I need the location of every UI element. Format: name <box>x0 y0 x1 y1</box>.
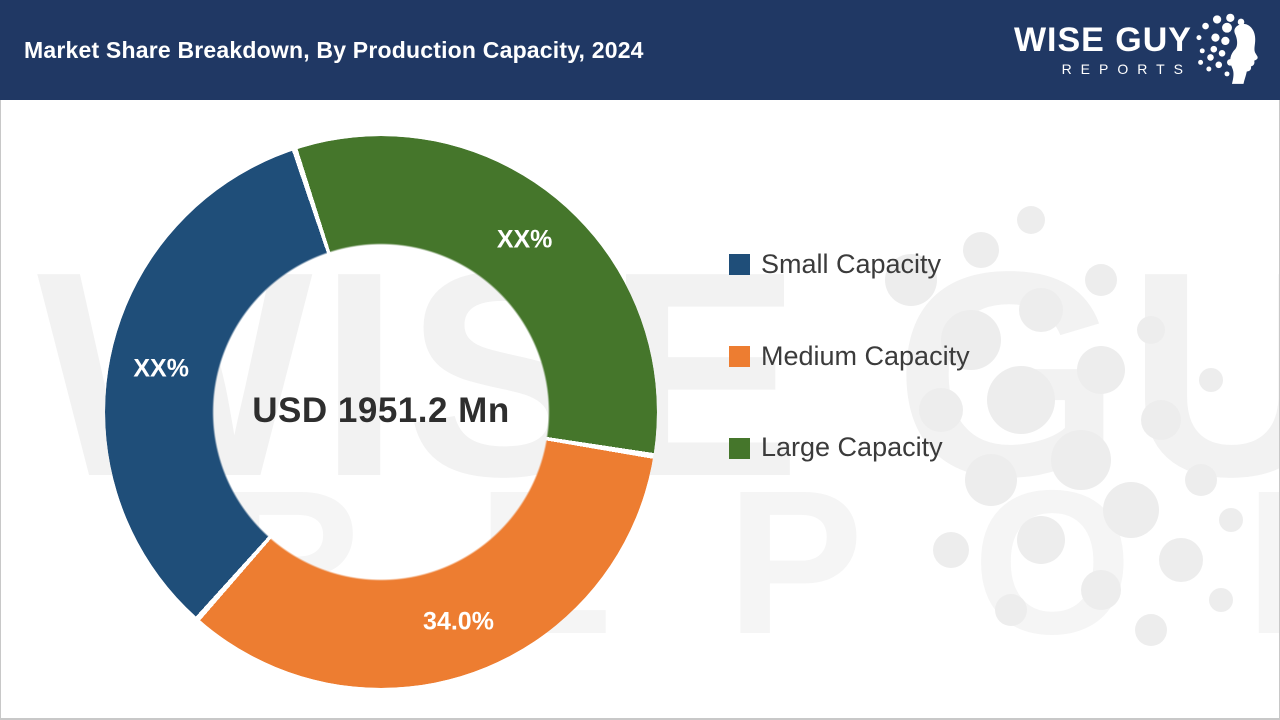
legend-swatch-medium-capacity <box>729 346 750 368</box>
segment-label-medium-capacity: 34.0% <box>423 607 494 636</box>
report-page: Market Share Breakdown, By Production Ca… <box>0 0 1280 720</box>
legend-item-large-capacity: Large Capacity <box>729 433 970 463</box>
total-value-label: USD 1951.2 Mn <box>252 391 510 431</box>
logo-sub-text: REPORTS <box>1061 61 1192 77</box>
legend-item-small-capacity: Small Capacity <box>729 249 970 280</box>
legend-label-small-capacity: Small Capacity <box>761 249 942 279</box>
legend-label-large-capacity: Large Capacity <box>761 432 943 463</box>
logo-brand-text: WISE GUY <box>1013 21 1192 59</box>
report-title: Market Share Breakdown, By Production Ca… <box>24 36 644 63</box>
legend-item-medium-capacity: Medium Capacity <box>729 340 970 372</box>
legend-swatch-large-capacity <box>729 437 750 459</box>
logo-face-icon <box>1196 13 1258 84</box>
legend: Small Capacity Medium Capacity Large Cap… <box>729 249 970 463</box>
segment-label-small-capacity: XX% <box>133 354 189 383</box>
logo-text: WISE GUY REPORTS <box>1014 23 1192 77</box>
report-header: Market Share Breakdown, By Production Ca… <box>0 0 1280 100</box>
wise-guy-logo: WISE GUY REPORTS <box>1014 10 1260 90</box>
segment-label-large-capacity: XX% <box>496 225 553 254</box>
legend-label-medium-capacity: Medium Capacity <box>761 340 970 371</box>
legend-swatch-small-capacity <box>729 254 750 276</box>
chart-area: WISE GUY R E P O R T S XX% 34.0% XX% <box>0 100 1280 720</box>
donut-chart: XX% 34.0% XX% USD 1951.2 Mn <box>105 136 657 688</box>
